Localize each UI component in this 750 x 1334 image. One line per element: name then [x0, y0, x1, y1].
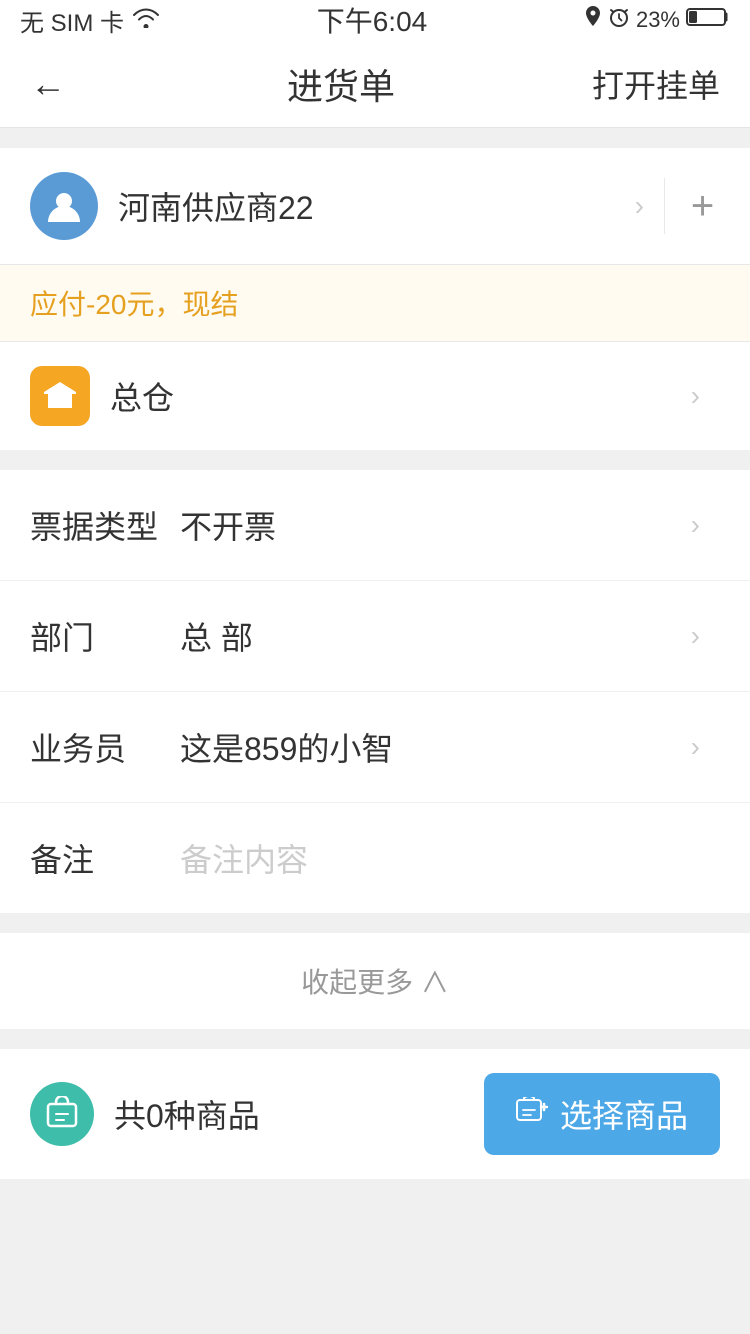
add-supplier-button[interactable]: +	[664, 178, 720, 234]
warehouse-name: 总仓	[110, 373, 691, 419]
remark-row[interactable]: 备注 备注内容	[0, 803, 750, 913]
product-count-text: 共0种商品	[114, 1091, 464, 1137]
alarm-icon	[608, 6, 630, 34]
salesperson-value: 这是859的小智	[160, 724, 691, 770]
ticket-type-row[interactable]: 票据类型 不开票 ›	[0, 470, 750, 581]
status-bar: 无 SIM 卡 下午6:04 23%	[0, 0, 750, 40]
status-right: 23%	[584, 6, 730, 34]
battery-icon	[686, 7, 730, 33]
collapse-text: 收起更多 ∧	[301, 961, 449, 1001]
status-left: 无 SIM 卡	[20, 3, 160, 38]
warehouse-icon	[30, 366, 90, 426]
supplier-name: 河南供应商22	[118, 183, 635, 229]
salesperson-chevron-icon: ›	[691, 731, 700, 763]
status-time: 下午6:04	[317, 0, 428, 40]
warehouse-row[interactable]: 总仓 ›	[0, 341, 750, 450]
department-value: 总 部	[160, 613, 691, 659]
salesperson-row[interactable]: 业务员 这是859的小智 ›	[0, 692, 750, 803]
warehouse-chevron-icon: ›	[691, 380, 700, 412]
product-count-icon	[30, 1082, 94, 1146]
wifi-icon	[132, 6, 160, 35]
collapse-row[interactable]: 收起更多 ∧	[0, 933, 750, 1029]
select-product-icon	[516, 1097, 548, 1132]
sim-text: 无 SIM 卡	[20, 3, 124, 38]
department-label: 部门	[30, 613, 160, 659]
select-product-button[interactable]: 选择商品	[484, 1073, 720, 1155]
back-button[interactable]: ←	[30, 63, 90, 105]
supplier-section: 河南供应商22 › + 应付-20元，现结 总仓 ›	[0, 148, 750, 450]
form-section: 票据类型 不开票 › 部门 总 部 › 业务员 这是859的小智 › 备注 备注…	[0, 470, 750, 913]
nav-bar: ← 进货单 打开挂单	[0, 40, 750, 128]
ticket-type-label: 票据类型	[30, 502, 160, 548]
select-product-label: 选择商品	[560, 1091, 688, 1137]
open-pending-button[interactable]: 打开挂单	[592, 61, 720, 107]
supplier-chevron-icon: ›	[635, 190, 644, 222]
supplier-row[interactable]: 河南供应商22 › +	[0, 148, 750, 265]
page-title: 进货单	[287, 58, 395, 110]
bottom-bar: 共0种商品 选择商品	[0, 1049, 750, 1179]
battery-text: 23%	[636, 7, 680, 33]
notice-banner: 应付-20元，现结	[0, 265, 750, 341]
ticket-type-chevron-icon: ›	[691, 509, 700, 541]
supplier-avatar	[30, 172, 98, 240]
page-content: 河南供应商22 › + 应付-20元，现结 总仓 › 票据类型 不开票 ›	[0, 128, 750, 1334]
notice-text: 应付-20元，现结	[30, 289, 238, 320]
department-chevron-icon: ›	[691, 620, 700, 652]
remark-input[interactable]: 备注内容	[160, 835, 720, 881]
ticket-type-value: 不开票	[160, 502, 691, 548]
salesperson-label: 业务员	[30, 724, 160, 770]
remark-label: 备注	[30, 835, 160, 881]
location-icon	[584, 6, 602, 34]
top-divider	[0, 128, 750, 148]
department-row[interactable]: 部门 总 部 ›	[0, 581, 750, 692]
